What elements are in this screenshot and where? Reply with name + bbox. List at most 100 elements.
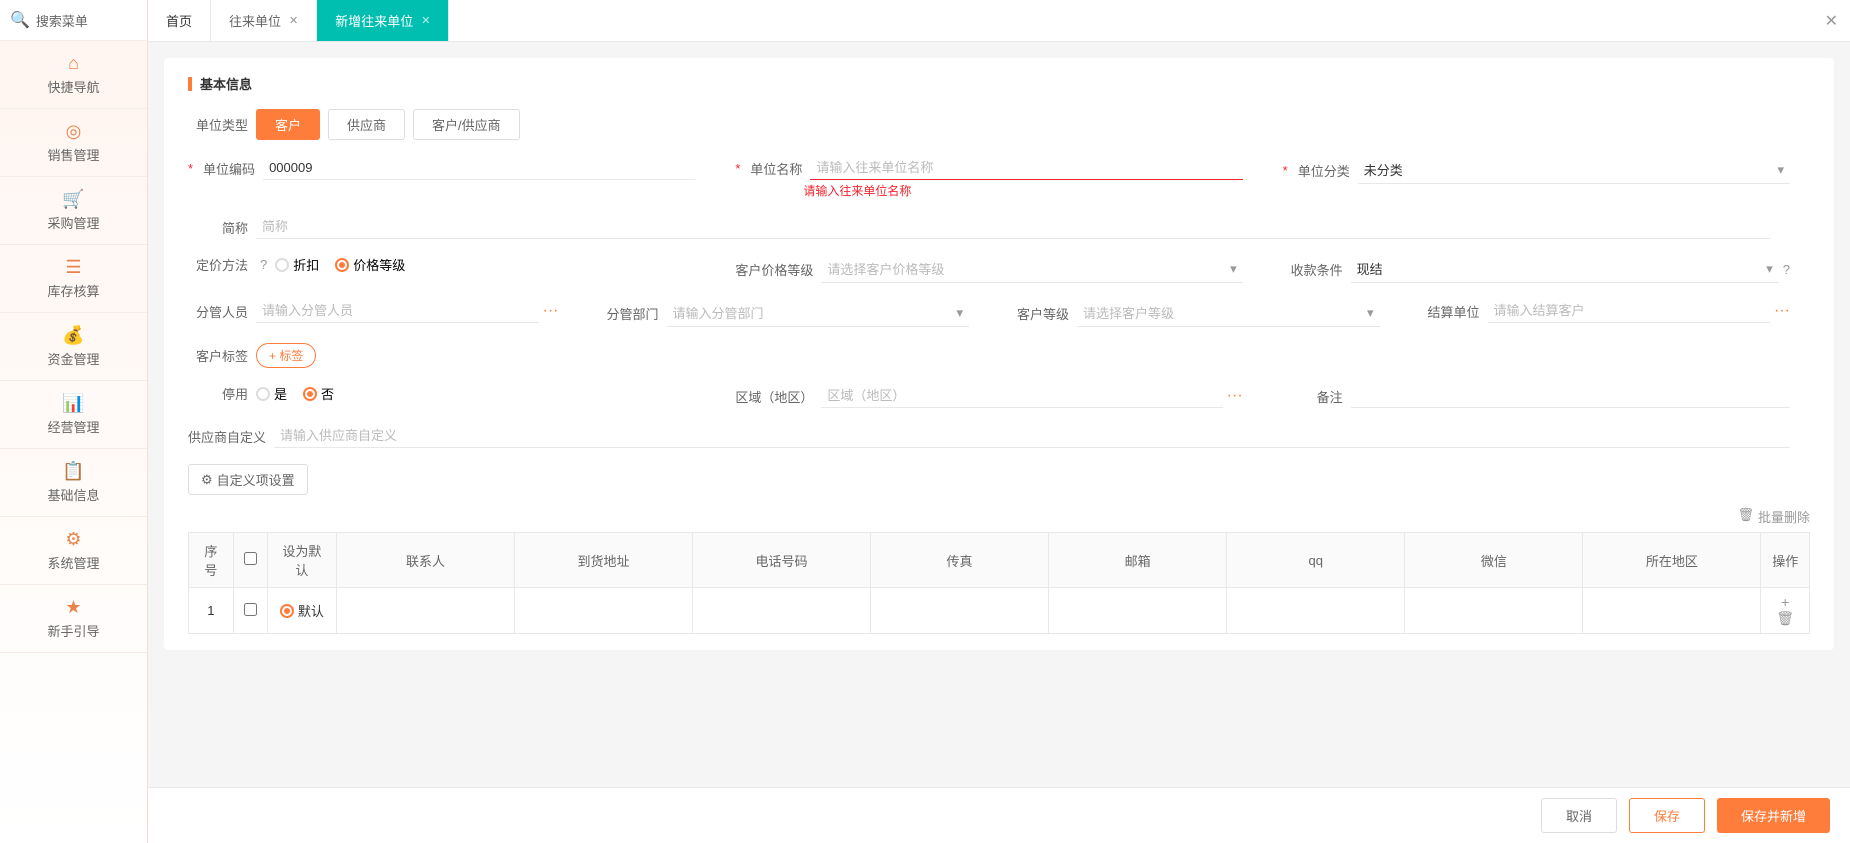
col-contact: 联系人 bbox=[337, 533, 515, 588]
unit-type-supplier[interactable]: 供应商 bbox=[328, 109, 405, 140]
fax-input[interactable] bbox=[881, 599, 1038, 622]
settlement-more-icon[interactable]: ··· bbox=[1774, 302, 1790, 320]
payment-terms-select[interactable]: 现结 ▾ bbox=[1351, 255, 1779, 283]
row-checkbox[interactable] bbox=[244, 603, 257, 616]
sidebar-item-label: 快捷导航 bbox=[47, 77, 99, 96]
disabled-label: 停用 bbox=[188, 384, 248, 403]
row-contact[interactable] bbox=[337, 588, 515, 634]
contact-input[interactable] bbox=[347, 599, 504, 622]
chevron-down-icon: ▾ bbox=[1230, 261, 1237, 277]
unit-name-error: 请输入往来单位名称 bbox=[803, 182, 1242, 199]
default-radio[interactable] bbox=[280, 604, 294, 618]
pricing-help-icon[interactable]: ? bbox=[260, 257, 267, 272]
row-address[interactable] bbox=[515, 588, 693, 634]
unit-name-input[interactable] bbox=[810, 156, 1242, 180]
sidebar-item-operations[interactable]: 📊 经营管理 bbox=[0, 381, 147, 449]
disabled-yes-option[interactable]: 是 bbox=[256, 384, 287, 403]
customer-level-select[interactable]: 请选择客户等级 ▾ bbox=[1077, 299, 1380, 327]
address-input[interactable] bbox=[525, 599, 682, 622]
row-check[interactable] bbox=[233, 588, 267, 634]
row-fax[interactable] bbox=[871, 588, 1049, 634]
close-all-tabs[interactable]: ✕ bbox=[1825, 11, 1838, 31]
custom-settings-button[interactable]: ⚙ 自定义项设置 bbox=[188, 464, 308, 495]
select-all-checkbox[interactable] bbox=[244, 552, 257, 565]
manager-more-icon[interactable]: ··· bbox=[543, 302, 559, 320]
sidebar-item-label: 库存核算 bbox=[47, 281, 99, 300]
sidebar-item-label: 资金管理 bbox=[47, 349, 99, 368]
customer-price-select[interactable]: 请选择客户价格等级 ▾ bbox=[821, 255, 1242, 283]
tab-home[interactable]: 首页 bbox=[148, 0, 211, 41]
sidebar-item-label: 新手引导 bbox=[47, 621, 99, 640]
unit-type-both[interactable]: 客户/供应商 bbox=[413, 109, 520, 140]
unit-type-customer[interactable]: 客户 bbox=[256, 109, 320, 140]
disabled-no-radio[interactable] bbox=[303, 387, 317, 401]
short-name-label: 简称 bbox=[188, 218, 248, 237]
pricing-discount-label: 折扣 bbox=[293, 255, 319, 274]
unit-category-select[interactable]: 未分类 ▾ bbox=[1358, 156, 1790, 184]
disabled-yes-radio[interactable] bbox=[256, 387, 270, 401]
sidebar-item-quick-nav[interactable]: ⌂ 快捷导航 bbox=[0, 41, 147, 109]
payment-help-icon[interactable]: ? bbox=[1783, 262, 1790, 277]
row-wechat[interactable] bbox=[1405, 588, 1583, 634]
sidebar-item-guide[interactable]: ★ 新手引导 bbox=[0, 585, 147, 653]
row-phone[interactable] bbox=[693, 588, 871, 634]
sidebar-item-purchase[interactable]: 🛒 采购管理 bbox=[0, 177, 147, 245]
remark-input[interactable] bbox=[1351, 384, 1790, 408]
customer-price-field: 客户价格等级 请选择客户价格等级 ▾ bbox=[735, 255, 1242, 283]
cancel-button[interactable]: 取消 bbox=[1541, 798, 1617, 833]
section-title: 基本信息 bbox=[188, 74, 1810, 93]
payment-terms-label: 收款条件 bbox=[1283, 260, 1343, 279]
tab-new-partner-close[interactable]: ✕ bbox=[421, 14, 430, 27]
default-radio-item[interactable]: 默认 bbox=[278, 601, 326, 620]
pricing-level-option[interactable]: 价格等级 bbox=[335, 255, 405, 274]
pricing-discount-radio[interactable] bbox=[275, 258, 289, 272]
region-input[interactable] bbox=[821, 384, 1222, 408]
batch-delete-label[interactable]: 批量删除 bbox=[1758, 507, 1810, 526]
tab-bar: 首页 往来单位 ✕ 新增往来单位 ✕ ✕ bbox=[148, 0, 1850, 42]
delete-row-button[interactable]: 🗑 bbox=[1776, 610, 1794, 627]
wechat-input[interactable] bbox=[1415, 599, 1572, 622]
row-email[interactable] bbox=[1049, 588, 1227, 634]
short-name-input[interactable] bbox=[256, 215, 1770, 239]
save-new-button[interactable]: 保存并新增 bbox=[1717, 798, 1830, 833]
tab-partners-close[interactable]: ✕ bbox=[289, 14, 298, 27]
add-tag-button[interactable]: + 标签 bbox=[256, 343, 316, 368]
sidebar-item-system[interactable]: ⚙ 系统管理 bbox=[0, 517, 147, 585]
add-row-button[interactable]: + bbox=[1781, 594, 1789, 610]
qq-input[interactable] bbox=[1237, 599, 1394, 622]
customer-level-label: 客户等级 bbox=[1009, 304, 1069, 323]
region-col-input[interactable] bbox=[1593, 599, 1750, 622]
system-icon: ⚙ bbox=[65, 529, 81, 550]
default-label: 默认 bbox=[298, 601, 324, 620]
sidebar-item-finance[interactable]: 💰 资金管理 bbox=[0, 313, 147, 381]
email-input[interactable] bbox=[1059, 599, 1216, 622]
section-flag bbox=[188, 77, 192, 91]
customer-price-label: 客户价格等级 bbox=[735, 260, 813, 279]
pricing-discount-option[interactable]: 折扣 bbox=[275, 255, 319, 274]
department-select[interactable]: 请输入分管部门 ▾ bbox=[667, 299, 970, 327]
col-wechat: 微信 bbox=[1405, 533, 1583, 588]
col-address: 到货地址 bbox=[515, 533, 693, 588]
table-row: 1 默认 bbox=[189, 588, 1810, 634]
tab-partners[interactable]: 往来单位 ✕ bbox=[211, 0, 317, 41]
guide-icon: ★ bbox=[65, 597, 81, 618]
sidebar-item-basic-info[interactable]: 📋 基础信息 bbox=[0, 449, 147, 517]
disabled-row: 停用 是 否 区域（地区） ··· bbox=[188, 384, 1810, 408]
unit-code-input[interactable] bbox=[263, 156, 695, 180]
sidebar-item-sales[interactable]: ◎ 销售管理 bbox=[0, 109, 147, 177]
phone-input[interactable] bbox=[703, 599, 860, 622]
manager-input[interactable] bbox=[256, 299, 539, 323]
disabled-no-option[interactable]: 否 bbox=[303, 384, 334, 403]
save-button[interactable]: 保存 bbox=[1629, 798, 1705, 833]
row-region[interactable] bbox=[1583, 588, 1761, 634]
tab-new-partner[interactable]: 新增往来单位 ✕ bbox=[317, 0, 449, 41]
settlement-input[interactable] bbox=[1488, 299, 1771, 323]
search-menu[interactable]: 🔍 搜索菜单 bbox=[0, 0, 147, 41]
row-qq[interactable] bbox=[1227, 588, 1405, 634]
disabled-no-label: 否 bbox=[321, 384, 334, 403]
region-more-icon[interactable]: ··· bbox=[1227, 387, 1243, 405]
sidebar-item-inventory[interactable]: ☰ 库存核算 bbox=[0, 245, 147, 313]
supplier-custom-input[interactable] bbox=[274, 424, 1790, 448]
pricing-label: 定价方法 bbox=[188, 255, 248, 274]
pricing-level-radio[interactable] bbox=[335, 258, 349, 272]
